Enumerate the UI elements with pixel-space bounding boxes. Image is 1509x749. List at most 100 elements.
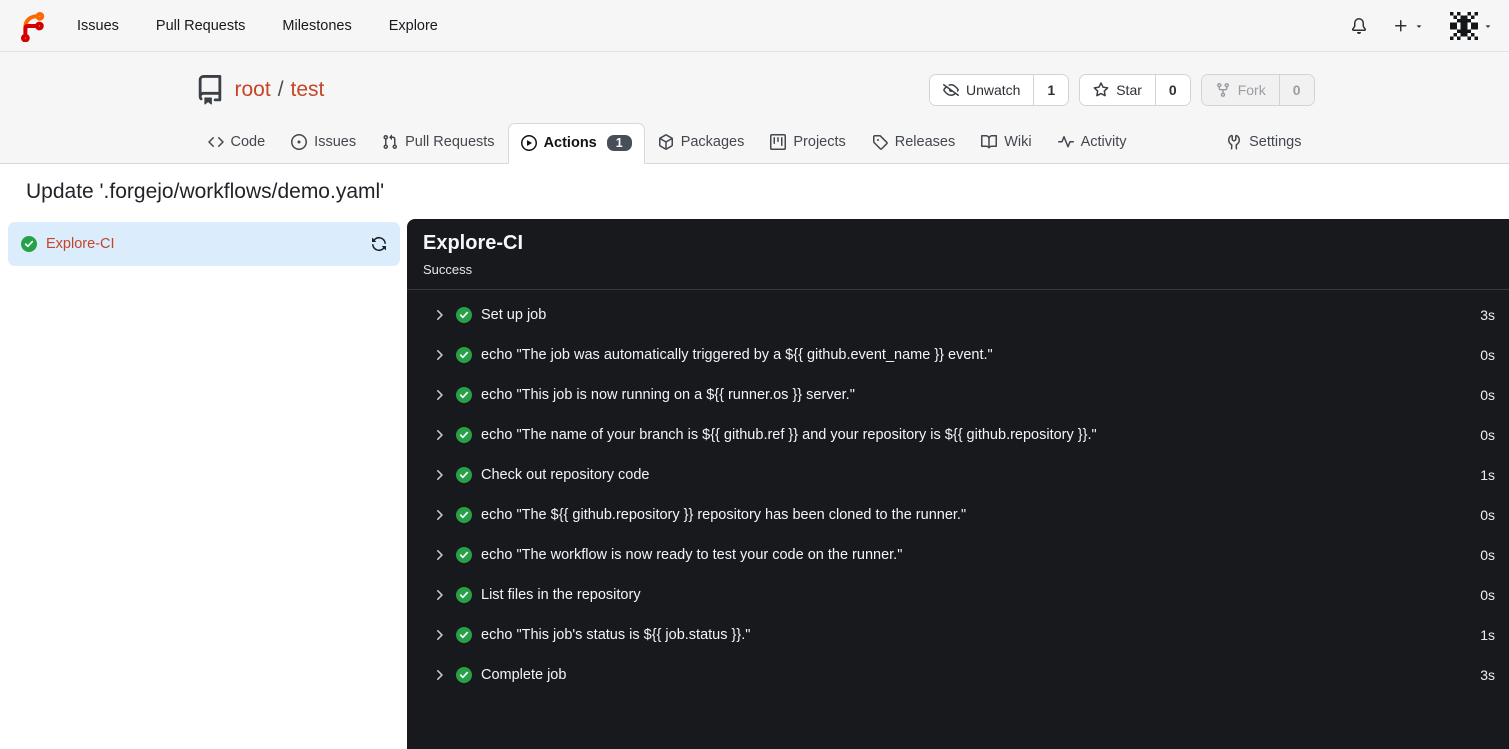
job-step-row[interactable]: echo "The name of your branch is ${{ git… — [407, 415, 1509, 455]
fork-button: Fork — [1201, 75, 1279, 105]
job-title: Explore-CI — [423, 232, 524, 254]
check-circle-icon — [456, 547, 472, 563]
repo-breadcrumb: root / test — [235, 78, 325, 102]
check-circle-icon — [456, 467, 472, 483]
job-step-row[interactable]: echo "The workflow is now ready to test … — [407, 535, 1509, 575]
job-steps-list: Set up job 3s echo "The job was automatica… — [407, 290, 1509, 695]
repo-name-link[interactable]: test — [291, 78, 325, 102]
unwatch-count[interactable]: 1 — [1033, 75, 1069, 105]
job-panel-header: Explore-CI Success — [407, 219, 1509, 290]
step-name: Complete job — [481, 667, 567, 683]
job-step-row[interactable]: Check out repository code 1s — [407, 455, 1509, 495]
plus-icon — [1393, 18, 1409, 34]
unwatch-button[interactable]: Unwatch — [929, 75, 1034, 105]
refresh-icon[interactable] — [371, 236, 387, 252]
notifications-button[interactable] — [1351, 17, 1367, 34]
pull-request-icon — [382, 134, 398, 150]
eye-off-icon — [942, 82, 959, 98]
navbar-link-pull-requests[interactable]: Pull Requests — [156, 18, 245, 34]
chevron-right-icon[interactable] — [431, 587, 447, 603]
step-name: echo "This job is now running on a ${{ r… — [481, 387, 855, 403]
chevron-right-icon[interactable] — [431, 547, 447, 563]
job-status-text: Success — [423, 262, 473, 277]
chevron-right-icon[interactable] — [431, 467, 447, 483]
tab-settings[interactable]: Settings — [1213, 122, 1314, 163]
navbar-link-explore[interactable]: Explore — [389, 18, 438, 34]
step-name: echo "The workflow is now ready to test … — [481, 547, 903, 563]
job-step-row[interactable]: Complete job 3s — [407, 655, 1509, 695]
tab-wiki[interactable]: Wiki — [968, 122, 1044, 163]
step-name: Set up job — [481, 307, 547, 323]
check-circle-icon — [456, 667, 472, 683]
user-menu-button[interactable] — [1450, 11, 1493, 40]
step-duration: 3s — [1480, 307, 1495, 323]
tab-projects[interactable]: Projects — [757, 122, 858, 163]
top-navbar: Issues Pull Requests Milestones Explore — [0, 0, 1509, 52]
job-step-row[interactable]: List files in the repository 0s — [407, 575, 1509, 615]
job-step-row[interactable]: echo "The ${{ github.repository }} repos… — [407, 495, 1509, 535]
page-title: Update '.forgejo/workflows/demo.yaml' — [26, 180, 385, 203]
package-icon — [658, 134, 674, 150]
fork-label: Fork — [1237, 82, 1266, 98]
star-button[interactable]: Star — [1080, 75, 1155, 105]
tab-packages[interactable]: Packages — [645, 122, 758, 163]
step-name: Check out repository code — [481, 467, 650, 483]
step-name: List files in the repository — [481, 587, 641, 603]
repo-tabs: Code Issues Pull Requests Actions 1 Packages P… — [195, 122, 1315, 164]
step-duration: 1s — [1480, 627, 1495, 643]
breadcrumb-separator: / — [277, 78, 284, 101]
star-button-group: Star 0 — [1079, 74, 1191, 106]
navbar-links: Issues Pull Requests Milestones Explore — [77, 18, 438, 34]
check-circle-icon — [456, 627, 472, 643]
navbar-link-issues[interactable]: Issues — [77, 18, 119, 34]
repo-owner-link[interactable]: root — [235, 78, 271, 102]
navbar-link-milestones[interactable]: Milestones — [282, 18, 351, 34]
chevron-right-icon[interactable] — [431, 427, 447, 443]
chevron-right-icon[interactable] — [431, 307, 447, 323]
step-duration: 1s — [1480, 467, 1495, 483]
job-step-row[interactable]: echo "This job's status is ${{ job.statu… — [407, 615, 1509, 655]
check-circle-icon — [456, 587, 472, 603]
star-label: Star — [1116, 82, 1142, 98]
job-step-row[interactable]: Set up job 3s — [407, 295, 1509, 335]
step-name: echo "The ${{ github.repository }} repos… — [481, 507, 967, 523]
tab-releases[interactable]: Releases — [859, 122, 968, 163]
tab-issues[interactable]: Issues — [278, 122, 369, 163]
tab-activity[interactable]: Activity — [1045, 122, 1140, 163]
tab-code[interactable]: Code — [195, 122, 279, 163]
forgejo-logo-icon[interactable] — [16, 10, 48, 42]
create-new-button[interactable] — [1393, 18, 1424, 34]
repo-book-icon — [195, 75, 225, 105]
chevron-right-icon[interactable] — [431, 387, 447, 403]
code-icon — [207, 134, 224, 150]
step-duration: 0s — [1480, 507, 1495, 523]
project-icon — [770, 134, 787, 150]
tab-actions[interactable]: Actions 1 — [507, 123, 645, 164]
chevron-right-icon[interactable] — [431, 667, 447, 683]
step-duration: 0s — [1480, 427, 1495, 443]
repo-action-buttons: Unwatch 1 Star 0 Fork 0 — [928, 74, 1315, 106]
star-count[interactable]: 0 — [1154, 75, 1190, 105]
tag-icon — [872, 134, 888, 150]
check-circle-icon — [456, 507, 472, 523]
step-name: echo "This job's status is ${{ job.statu… — [481, 627, 751, 643]
repo-title-row: root / test Unwatch 1 Star 0 Fork 0 — [195, 52, 1315, 106]
job-name: Explore-CI — [46, 236, 115, 252]
chevron-right-icon[interactable] — [431, 347, 447, 363]
job-step-row[interactable]: echo "The job was automatically triggere… — [407, 335, 1509, 375]
star-icon — [1093, 82, 1109, 98]
job-step-row[interactable]: echo "This job is now running on a ${{ r… — [407, 375, 1509, 415]
main-content: Update '.forgejo/workflows/demo.yaml' Ex… — [0, 164, 1509, 749]
check-circle-icon — [456, 307, 472, 323]
tab-badge: 1 — [606, 135, 632, 151]
issue-icon — [291, 134, 308, 150]
job-list-item[interactable]: Explore-CI — [8, 222, 400, 266]
chevron-right-icon[interactable] — [431, 507, 447, 523]
step-name: echo "The job was automatically triggere… — [481, 347, 993, 363]
check-circle-icon — [456, 347, 472, 363]
step-name: echo "The name of your branch is ${{ git… — [481, 427, 1097, 443]
chevron-right-icon[interactable] — [431, 627, 447, 643]
unwatch-button-group: Unwatch 1 — [928, 74, 1070, 106]
bell-icon — [1351, 17, 1367, 34]
tab-pull-requests[interactable]: Pull Requests — [369, 122, 507, 163]
